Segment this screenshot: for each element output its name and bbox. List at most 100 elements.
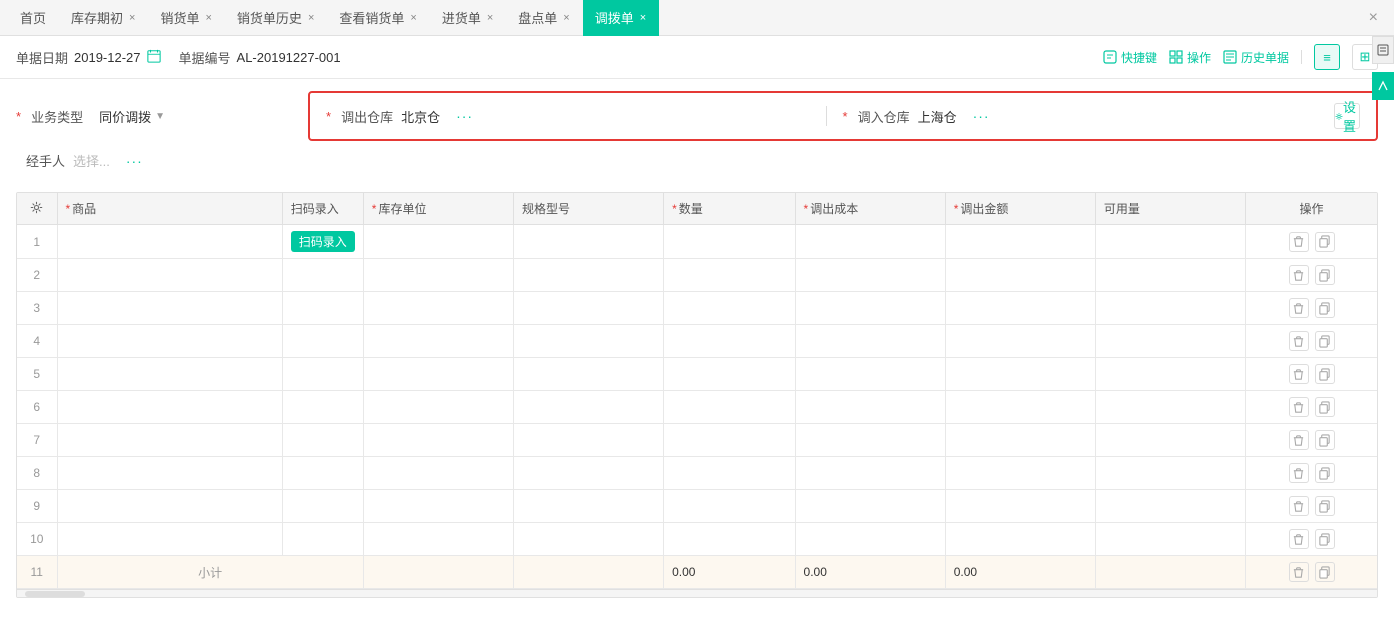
- tab-close-sales-order[interactable]: ×: [205, 12, 211, 24]
- subtotal-delete-icon[interactable]: [1289, 562, 1309, 582]
- row-6-qty[interactable]: [664, 391, 795, 424]
- row-7-available[interactable]: [1095, 424, 1245, 457]
- row-3-delete-icon[interactable]: [1289, 298, 1309, 318]
- row-10-available[interactable]: [1095, 523, 1245, 556]
- row-10-unit[interactable]: [363, 523, 513, 556]
- tab-view-sales[interactable]: 查看销货单 ×: [327, 0, 429, 36]
- row-8-spec[interactable]: [513, 457, 663, 490]
- row-7-unit[interactable]: [363, 424, 513, 457]
- right-panel-list-btn[interactable]: [1372, 36, 1394, 64]
- right-panel-expand-btn[interactable]: [1372, 72, 1394, 100]
- row-10-amount[interactable]: [945, 523, 1095, 556]
- row-6-copy-icon[interactable]: [1315, 397, 1335, 417]
- row-1-available[interactable]: [1095, 225, 1245, 259]
- row-5-product[interactable]: [57, 358, 282, 391]
- row-2-unit[interactable]: [363, 259, 513, 292]
- row-3-unit[interactable]: [363, 292, 513, 325]
- row-7-copy-icon[interactable]: [1315, 430, 1335, 450]
- row-4-qty[interactable]: [664, 325, 795, 358]
- layout-list-button[interactable]: ≡: [1314, 44, 1340, 70]
- row-7-qty[interactable]: [664, 424, 795, 457]
- row-10-cost[interactable]: [795, 523, 945, 556]
- tab-sales-order[interactable]: 销货单 ×: [148, 0, 224, 36]
- row-3-available[interactable]: [1095, 292, 1245, 325]
- business-type-select[interactable]: 同价调拨 ▼: [91, 103, 276, 130]
- row-1-cost[interactable]: [795, 225, 945, 259]
- row-10-delete-icon[interactable]: [1289, 529, 1309, 549]
- row-6-amount[interactable]: [945, 391, 1095, 424]
- tab-close-inventory-check[interactable]: ×: [563, 12, 569, 24]
- row-9-qty[interactable]: [664, 490, 795, 523]
- row-8-unit[interactable]: [363, 457, 513, 490]
- row-2-qty[interactable]: [664, 259, 795, 292]
- row-1-qty[interactable]: [664, 225, 795, 259]
- shortcut-button[interactable]: 快捷键: [1103, 49, 1157, 66]
- history-button[interactable]: 历史单据: [1223, 49, 1289, 66]
- settings-button[interactable]: 设置: [1334, 103, 1360, 129]
- transfer-in-more-button[interactable]: ···: [965, 108, 998, 124]
- tab-sales-history[interactable]: 销货单历史 ×: [225, 0, 327, 36]
- row-4-copy-icon[interactable]: [1315, 331, 1335, 351]
- row-3-cost[interactable]: [795, 292, 945, 325]
- handler-select[interactable]: 选择...: [73, 151, 110, 170]
- row-8-product[interactable]: [57, 457, 282, 490]
- row-3-spec[interactable]: [513, 292, 663, 325]
- row-2-copy-icon[interactable]: [1315, 265, 1335, 285]
- row-3-product[interactable]: [57, 292, 282, 325]
- row-2-amount[interactable]: [945, 259, 1095, 292]
- row-9-copy-icon[interactable]: [1315, 496, 1335, 516]
- row-6-spec[interactable]: [513, 391, 663, 424]
- row-5-spec[interactable]: [513, 358, 663, 391]
- row-6-available[interactable]: [1095, 391, 1245, 424]
- row-8-available[interactable]: [1095, 457, 1245, 490]
- tab-close-inventory-init[interactable]: ×: [129, 12, 135, 24]
- row-8-copy-icon[interactable]: [1315, 463, 1335, 483]
- row-5-amount[interactable]: [945, 358, 1095, 391]
- row-9-product[interactable]: [57, 490, 282, 523]
- window-close-button[interactable]: ×: [1361, 9, 1386, 27]
- row-4-amount[interactable]: [945, 325, 1095, 358]
- row-7-delete-icon[interactable]: [1289, 430, 1309, 450]
- transfer-in-value[interactable]: 上海仓: [918, 107, 957, 126]
- row-2-delete-icon[interactable]: [1289, 265, 1309, 285]
- row-7-spec[interactable]: [513, 424, 663, 457]
- scan-button[interactable]: 扫码录入: [291, 231, 355, 252]
- row-5-copy-icon[interactable]: [1315, 364, 1335, 384]
- row-1-product[interactable]: [57, 225, 282, 259]
- handler-more-button[interactable]: ···: [118, 153, 151, 169]
- tab-inventory-check[interactable]: 盘点单 ×: [506, 0, 582, 36]
- row-1-copy-icon[interactable]: [1315, 232, 1335, 252]
- row-9-spec[interactable]: [513, 490, 663, 523]
- tab-close-sales-history[interactable]: ×: [308, 12, 314, 24]
- row-4-available[interactable]: [1095, 325, 1245, 358]
- row-4-spec[interactable]: [513, 325, 663, 358]
- tab-close-view-sales[interactable]: ×: [410, 12, 416, 24]
- row-1-unit[interactable]: [363, 225, 513, 259]
- row-3-amount[interactable]: [945, 292, 1095, 325]
- tab-home[interactable]: 首页: [8, 0, 59, 36]
- row-1-spec[interactable]: [513, 225, 663, 259]
- row-5-unit[interactable]: [363, 358, 513, 391]
- row-8-delete-icon[interactable]: [1289, 463, 1309, 483]
- row-6-unit[interactable]: [363, 391, 513, 424]
- row-6-delete-icon[interactable]: [1289, 397, 1309, 417]
- row-8-qty[interactable]: [664, 457, 795, 490]
- scrollbar-thumb[interactable]: [25, 591, 85, 597]
- date-value[interactable]: 2019-12-27: [74, 50, 141, 65]
- action-button[interactable]: 操作: [1169, 49, 1211, 66]
- row-6-cost[interactable]: [795, 391, 945, 424]
- row-1-delete-icon[interactable]: [1289, 232, 1309, 252]
- row-2-available[interactable]: [1095, 259, 1245, 292]
- row-8-amount[interactable]: [945, 457, 1095, 490]
- calendar-icon[interactable]: [147, 49, 163, 65]
- row-9-amount[interactable]: [945, 490, 1095, 523]
- transfer-out-more-button[interactable]: ···: [448, 108, 481, 124]
- row-3-qty[interactable]: [664, 292, 795, 325]
- tab-close-purchase-order[interactable]: ×: [487, 12, 493, 24]
- row-10-qty[interactable]: [664, 523, 795, 556]
- row-10-spec[interactable]: [513, 523, 663, 556]
- tab-transfer[interactable]: 调拨单 ×: [583, 0, 659, 36]
- row-5-delete-icon[interactable]: [1289, 364, 1309, 384]
- transfer-out-value[interactable]: 北京仓: [401, 107, 440, 126]
- row-9-delete-icon[interactable]: [1289, 496, 1309, 516]
